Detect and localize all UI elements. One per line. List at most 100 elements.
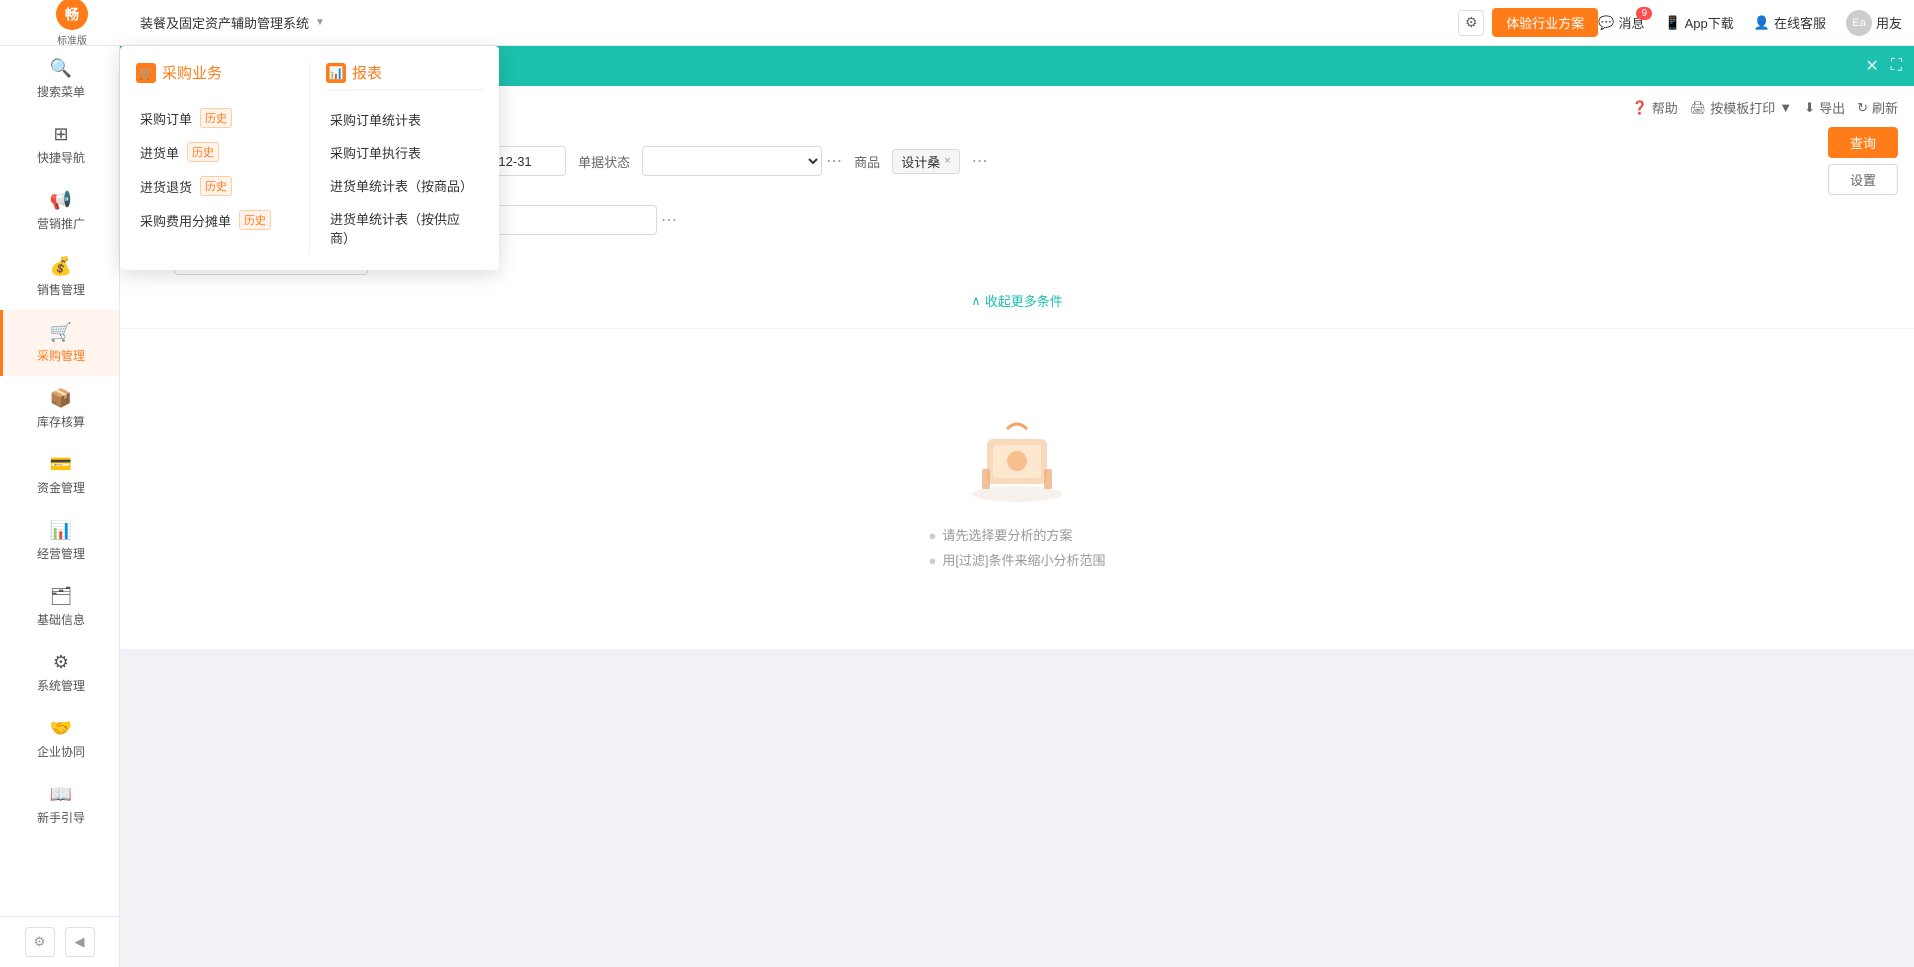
purchase-section-title: 🛒 采购业务 — [136, 62, 293, 89]
purchase-dropdown-menu: 🛒 采购业务 采购订单 历史 进货单 历史 进货退货 历史 采购费用分摊单 历史… — [120, 46, 499, 270]
avatar-text: Ea — [1852, 17, 1865, 29]
empty-tip-2: 用[过滤]条件来缩小分析范围 — [928, 550, 1105, 569]
print-btn[interactable]: 🖨 按模板打印 ▼ — [1690, 98, 1792, 117]
menu-item-goods-in-stat-supplier-label: 进货单统计表（按供应商） — [330, 209, 479, 247]
menu-item-goods-in-label: 进货单 — [140, 143, 179, 162]
sidebar-item-sales[interactable]: 💰 销售管理 — [0, 244, 119, 310]
sidebar-label-system: 系统管理 — [37, 677, 85, 694]
online-support-btn[interactable]: 👤 在线客服 — [1754, 13, 1826, 32]
top-bar: 畅 标准版 装餐及固定资产辅助管理系统 ▼ ⚙ 体验行业方案 💬 消息 9 📱 … — [0, 0, 1914, 46]
sidebar-settings-btn[interactable]: ⚙ — [25, 927, 55, 957]
goods-tag: 设计桑 × — [892, 149, 959, 174]
goods-tag-close[interactable]: × — [944, 155, 950, 167]
collapse-btn[interactable]: ∧ 收起更多条件 — [971, 285, 1063, 316]
message-btn[interactable]: 💬 消息 9 — [1598, 13, 1644, 32]
query-button[interactable]: 查询 — [1828, 127, 1898, 158]
sidebar-label-enterprise: 企业协同 — [37, 743, 85, 760]
menu-item-purchase-fee-label: 采购费用分摊单 — [140, 211, 231, 230]
sidebar-item-marketing[interactable]: 📢 营销推广 — [0, 178, 119, 244]
system-icon: ⚙ — [53, 652, 69, 673]
sales-icon: 💰 — [50, 256, 72, 277]
avatar: Ea — [1846, 10, 1872, 36]
logo-subtitle: 标准版 — [57, 32, 87, 47]
top-right-actions: 💬 消息 9 📱 App下载 👤 在线客服 Ea 用友 — [1598, 10, 1902, 36]
tab-spacer — [295, 46, 1865, 86]
sidebar-item-base[interactable]: 🗂 基础信息 — [0, 574, 119, 640]
sidebar-item-search[interactable]: 🔍 搜索菜单 — [0, 46, 119, 112]
action-buttons: 查询 设置 — [1828, 127, 1898, 195]
sidebar-label-sales: 销售管理 — [37, 281, 85, 298]
status-dots-btn[interactable]: ⋯ — [826, 151, 842, 171]
system-title-dropdown[interactable]: ▼ — [315, 17, 325, 28]
menu-item-goods-in-stat-goods[interactable]: 进货单统计表（按商品） — [326, 169, 483, 202]
goods-label: 商品 — [854, 152, 880, 171]
sidebar-label-purchase: 采购管理 — [37, 347, 85, 364]
app-download-btn[interactable]: 📱 App下载 — [1664, 13, 1733, 32]
print-dropdown-icon: ▼ — [1779, 100, 1792, 115]
tab-actions: ✕ ⛶ — [1865, 46, 1914, 86]
status-select-area: ⋯ — [642, 146, 842, 176]
goods-dots-btn[interactable]: ⋯ — [972, 151, 988, 171]
toolbar-right: ❓ 帮助 🖨 按模板打印 ▼ ⬇ 导出 — [1632, 98, 1898, 117]
menu-item-purchase-order-exec-label: 采购订单执行表 — [330, 143, 421, 162]
goods-in-history-tag: 历史 — [187, 142, 219, 162]
salesman-dots-btn[interactable]: ⋯ — [661, 210, 677, 230]
system-title-text: 装餐及固定资产辅助管理系统 — [140, 13, 309, 32]
menu-item-purchase-order-exec[interactable]: 采购订单执行表 — [326, 136, 483, 169]
collapse-arrow-icon: ∧ — [971, 293, 981, 309]
set-button[interactable]: 设置 — [1828, 164, 1898, 195]
sidebar-item-finance[interactable]: 💳 资金管理 — [0, 442, 119, 508]
user-label: 用友 — [1876, 13, 1902, 32]
sidebar-item-inventory[interactable]: 📦 库存核算 — [0, 376, 119, 442]
sidebar-label-finance: 资金管理 — [37, 479, 85, 496]
tab-close-window-btn[interactable]: ✕ — [1865, 56, 1878, 76]
menu-item-goods-in[interactable]: 进货单 历史 — [136, 135, 293, 169]
purchase-menu-section: 🛒 采购业务 采购订单 历史 进货单 历史 进货退货 历史 采购费用分摊单 历史 — [136, 62, 293, 254]
sidebar-item-purchase[interactable]: 🛒 采购管理 — [0, 310, 119, 376]
sidebar-label-inventory: 库存核算 — [37, 413, 85, 430]
status-select[interactable] — [642, 146, 822, 176]
user-btn[interactable]: Ea 用友 — [1846, 10, 1902, 36]
empty-tips: 请先选择要分析的方案 用[过滤]条件来缩小分析范围 — [928, 525, 1105, 569]
export-btn[interactable]: ⬇ 导出 — [1804, 98, 1845, 117]
goods-tag-value: 设计桑 — [901, 152, 940, 171]
reports-section-title: 📊 报表 — [326, 62, 483, 91]
refresh-btn[interactable]: ↻ 刷新 — [1857, 98, 1898, 117]
menu-item-goods-return[interactable]: 进货退货 历史 — [136, 169, 293, 203]
industry-button[interactable]: 体验行业方案 — [1492, 8, 1598, 37]
sidebar-item-enterprise[interactable]: 🤝 企业协同 — [0, 706, 119, 772]
purchase-section-icon: 🛒 — [136, 63, 156, 83]
sidebar-item-quicknav[interactable]: ⊞ 快捷导航 — [0, 112, 119, 178]
reports-menu-section: 📊 报表 采购订单统计表 采购订单执行表 进货单统计表（按商品） 进货单统计表（… — [326, 62, 483, 254]
sidebar-label-search: 搜索菜单 — [37, 83, 85, 100]
menu-item-goods-in-stat-supplier[interactable]: 进货单统计表（按供应商） — [326, 202, 483, 254]
status-label: 单据状态 — [578, 152, 630, 171]
sidebar-item-operation[interactable]: 📊 经营管理 — [0, 508, 119, 574]
menu-item-purchase-order-stat-label: 采购订单统计表 — [330, 110, 421, 129]
menu-item-purchase-order-stat[interactable]: 采购订单统计表 — [326, 103, 483, 136]
empty-tip-1: 请先选择要分析的方案 — [928, 525, 1105, 544]
export-label: 导出 — [1819, 98, 1845, 117]
help-btn[interactable]: ❓ 帮助 — [1632, 98, 1678, 117]
sidebar-label-marketing: 营销推广 — [37, 215, 85, 232]
sidebar-collapse-btn[interactable]: ◀ — [65, 927, 95, 957]
support-label: 在线客服 — [1774, 13, 1826, 32]
menu-vertical-divider — [309, 62, 310, 254]
empty-illustration — [957, 409, 1077, 509]
sidebar-item-system[interactable]: ⚙ 系统管理 — [0, 640, 119, 706]
logo-icon: 畅 — [56, 0, 88, 30]
logo-area: 畅 标准版 — [12, 0, 132, 47]
search-icon: 🔍 — [50, 58, 72, 79]
app-label: App下载 — [1685, 13, 1734, 32]
menu-item-purchase-fee[interactable]: 采购费用分摊单 历史 — [136, 203, 293, 237]
help-icon: ❓ — [1632, 100, 1648, 116]
reports-section-icon: 📊 — [326, 63, 346, 83]
goods-return-history-tag: 历史 — [200, 176, 232, 196]
sidebar-item-guide[interactable]: 📖 新手引导 — [0, 772, 119, 838]
export-icon: ⬇ — [1804, 100, 1815, 116]
gear-button[interactable]: ⚙ — [1458, 10, 1484, 36]
message-icon: 💬 — [1598, 15, 1614, 31]
menu-item-purchase-order-label: 采购订单 — [140, 109, 192, 128]
tab-maximize-btn[interactable]: ⛶ — [1891, 57, 1902, 75]
menu-item-purchase-order[interactable]: 采购订单 历史 — [136, 101, 293, 135]
